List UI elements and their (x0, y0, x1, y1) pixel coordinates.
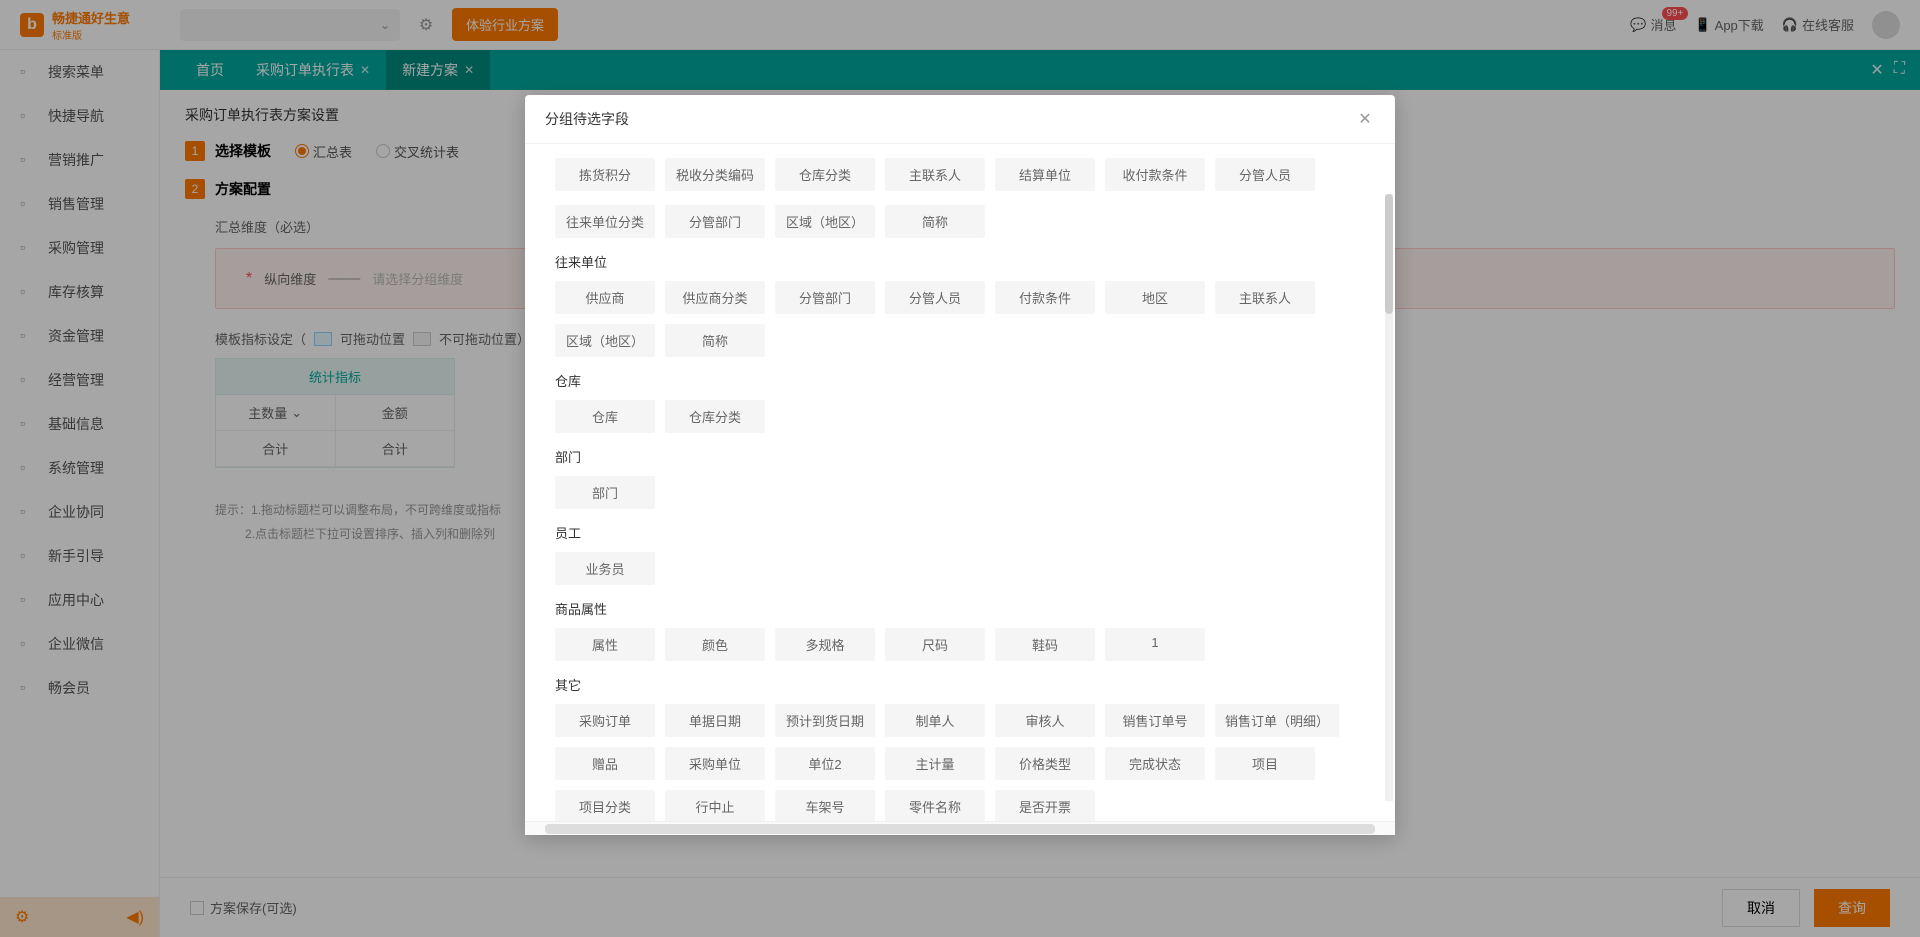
field-chip[interactable]: 分管部门 (665, 205, 765, 238)
field-chip[interactable]: 行中止 (665, 790, 765, 821)
group-fields-modal: 分组待选字段 ✕ 拣货积分税收分类编码仓库分类主联系人结算单位收付款条件分管人员… (525, 95, 1395, 835)
field-chip[interactable]: 单据日期 (665, 704, 765, 737)
field-chip[interactable]: 主联系人 (1215, 281, 1315, 314)
field-group-3: 仓库仓库仓库分类 (555, 371, 1365, 433)
modal-body: 拣货积分税收分类编码仓库分类主联系人结算单位收付款条件分管人员往来单位分类分管部… (525, 144, 1395, 821)
group-title: 员工 (555, 523, 1365, 542)
group-title: 商品属性 (555, 599, 1365, 618)
field-group-4: 部门部门 (555, 447, 1365, 509)
field-chip[interactable]: 多规格 (775, 628, 875, 661)
field-chip[interactable]: 采购单位 (665, 747, 765, 780)
field-group-7: 其它采购订单单据日期预计到货日期制单人审核人销售订单号销售订单（明细） 赠品采购单… (555, 675, 1365, 821)
group-title: 部门 (555, 447, 1365, 466)
field-chip[interactable]: 拣货积分 (555, 158, 655, 191)
field-chip[interactable]: 销售订单号 (1105, 704, 1205, 737)
scrollbar-thumb[interactable] (1385, 194, 1393, 314)
field-chip[interactable]: 区域（地区） (555, 324, 655, 357)
field-group-5: 员工业务员 (555, 523, 1365, 585)
field-chip[interactable]: 颜色 (665, 628, 765, 661)
field-chip[interactable]: 审核人 (995, 704, 1095, 737)
field-chip[interactable]: 项目分类 (555, 790, 655, 821)
field-chip[interactable]: 简称 (885, 205, 985, 238)
modal-close-button[interactable]: ✕ (1355, 109, 1375, 129)
field-chip[interactable]: 赠品 (555, 747, 655, 780)
field-chip[interactable]: 税收分类编码 (665, 158, 765, 191)
field-chip[interactable]: 供应商 (555, 281, 655, 314)
field-chip[interactable]: 鞋码 (995, 628, 1095, 661)
field-chip[interactable]: 区域（地区） (775, 205, 875, 238)
field-chip[interactable]: 仓库分类 (775, 158, 875, 191)
field-chip[interactable]: 结算单位 (995, 158, 1095, 191)
field-chip[interactable]: 完成状态 (1105, 747, 1205, 780)
field-chip[interactable]: 单位2 (775, 747, 875, 780)
field-group-0: 拣货积分税收分类编码仓库分类主联系人结算单位收付款条件分管人员 (555, 158, 1365, 191)
field-chip[interactable]: 收付款条件 (1105, 158, 1205, 191)
field-chip[interactable]: 仓库 (555, 400, 655, 433)
group-title: 其它 (555, 675, 1365, 694)
field-chip[interactable]: 预计到货日期 (775, 704, 875, 737)
field-chip[interactable]: 尺码 (885, 628, 985, 661)
group-title: 往来单位 (555, 252, 1365, 271)
field-chip[interactable]: 地区 (1105, 281, 1205, 314)
field-chip[interactable]: 主联系人 (885, 158, 985, 191)
field-chip[interactable]: 往来单位分类 (555, 205, 655, 238)
field-chip[interactable]: 付款条件 (995, 281, 1095, 314)
field-chip[interactable]: 分管人员 (1215, 158, 1315, 191)
field-chip[interactable]: 销售订单（明细） (1215, 704, 1339, 737)
field-chip[interactable]: 制单人 (885, 704, 985, 737)
field-chip[interactable]: 简称 (665, 324, 765, 357)
field-group-2: 往来单位供应商供应商分类分管部门分管人员付款条件地区主联系人区域（地区） 简称 (555, 252, 1365, 357)
field-chip[interactable]: 价格类型 (995, 747, 1095, 780)
field-chip[interactable]: 采购订单 (555, 704, 655, 737)
field-chip[interactable]: 分管人员 (885, 281, 985, 314)
field-chip[interactable]: 项目 (1215, 747, 1315, 780)
field-chip[interactable]: 属性 (555, 628, 655, 661)
field-chip[interactable]: 主计量 (885, 747, 985, 780)
field-chip[interactable]: 业务员 (555, 552, 655, 585)
modal-header: 分组待选字段 ✕ (525, 95, 1395, 144)
field-chip[interactable]: 分管部门 (775, 281, 875, 314)
group-title: 仓库 (555, 371, 1365, 390)
field-chip[interactable]: 是否开票 (995, 790, 1095, 821)
field-group-1: 往来单位分类分管部门区域（地区） 简称 (555, 205, 1365, 238)
field-chip[interactable]: 部门 (555, 476, 655, 509)
modal-horizontal-scrollbar[interactable] (525, 821, 1395, 835)
field-group-6: 商品属性属性颜色多规格尺码鞋码 1 (555, 599, 1365, 661)
field-chip[interactable]: 供应商分类 (665, 281, 765, 314)
modal-title: 分组待选字段 (545, 109, 629, 129)
field-chip[interactable]: 车架号 (775, 790, 875, 821)
field-chip[interactable]: 仓库分类 (665, 400, 765, 433)
field-chip[interactable]: 零件名称 (885, 790, 985, 821)
modal-vertical-scrollbar[interactable] (1385, 194, 1393, 801)
h-scrollbar-thumb[interactable] (545, 824, 1375, 834)
field-chip[interactable]: 1 (1105, 628, 1205, 661)
